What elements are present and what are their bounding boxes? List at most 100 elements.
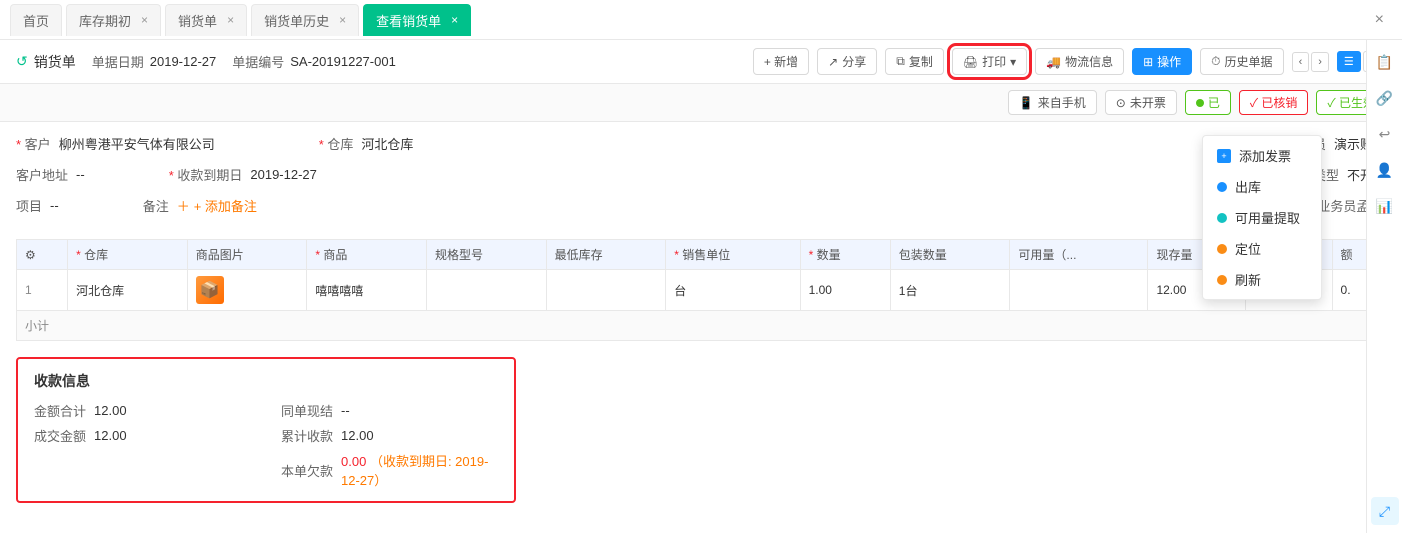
tab-bar: 首页 库存期初 × 销货单 × 销货单历史 × 查看销货单 × × [0,0,1402,40]
sidebar-icon-chart[interactable]: 📊 [1371,192,1399,220]
payment-balance: 本单欠款 0.00 （收款到期日: 2019-12-27） [281,451,498,489]
payment-settlement-label: 同单现结 [281,401,333,420]
refresh-label: 刷新 [1235,270,1261,289]
tab-home[interactable]: 首页 [10,4,62,36]
form-row-3: 项目 -- 备注 ＋ + 添加备注 * 业务员孟 -- [16,196,1386,215]
print-button[interactable]: 🖨 打印 ▾ [952,48,1027,75]
toolbar: + 新增 ↗ 分享 ⧉ 复制 🖨 打印 ▾ 🚚 物流信息 [753,48,1386,75]
plus-icon: ＋ [177,196,190,215]
project-value: -- [50,198,59,213]
print-icon: 🖨 [963,55,978,69]
prev-arrow[interactable]: ‹ [1292,52,1310,72]
doc-number-label: 单据编号 SA-20191227-001 [232,52,396,71]
dropdown-locate[interactable]: 定位 [1203,233,1321,264]
cancelled-status-button[interactable]: ✓ 已核销 [1239,90,1309,115]
check-icon2: ✓ [1327,96,1335,110]
tab-view-sales[interactable]: 查看销货单 × [363,4,471,36]
tab-sales-history[interactable]: 销货单历史 × [251,4,359,36]
tab-sales-history-close[interactable]: × [339,13,346,27]
doc-header: ↺ 销货单 单据日期 2019-12-27 单据编号 SA-20191227-0… [0,40,1402,84]
tab-inventory-init-close[interactable]: × [141,13,148,27]
doc-date-label: 单据日期 2019-12-27 [92,52,217,71]
payment-settlement: 同单现结 -- [281,401,498,420]
dropdown-available-qty[interactable]: 可用量提取 [1203,202,1321,233]
doc-type-label: 销货单 [34,52,76,72]
list-view-button[interactable]: ☰ [1337,51,1361,72]
locate-label: 定位 [1235,239,1261,258]
window-close-button[interactable]: × [1367,11,1392,29]
payment-total-label: 金额合计 [34,401,86,420]
sidebar-icon-link[interactable]: 🔗 [1371,84,1399,112]
payment-transaction-label: 成交金额 [34,426,86,445]
payment-settlement-value: -- [341,403,350,418]
tab-inventory-init[interactable]: 库存期初 × [66,4,161,36]
mobile-button[interactable]: 📱 来自手机 [1008,90,1097,115]
invoice-icon: ⊙ [1116,96,1126,110]
tab-view-sales-close[interactable]: × [451,13,458,27]
col-pack-qty: 包装数量 [890,240,1010,270]
confirm-button[interactable]: 已 [1185,90,1231,115]
right-sidebar: 📋 🔗 ↩ 👤 📊 ⤢ [1366,40,1402,533]
col-min-stock: 最低库存 [546,240,666,270]
logistics-button[interactable]: 🚚 物流信息 [1035,48,1124,75]
subtotal-label: 小计 [17,311,1386,341]
row-min-stock [546,270,666,311]
row-num: 1 [17,270,68,311]
refresh-icon [1217,275,1227,285]
tab-sales-order[interactable]: 销货单 × [165,4,247,36]
nav-arrows: ‹ › [1292,52,1329,72]
note-label: 备注 [143,196,169,215]
payment-transaction: 成交金额 12.00 [34,426,251,445]
add-note-button[interactable]: ＋ + 添加备注 [177,196,257,215]
history-button[interactable]: ⏱ 历史单据 [1200,48,1283,75]
dropdown-outbound[interactable]: 出库 [1203,171,1321,202]
new-button[interactable]: + 新增 [753,48,809,75]
truck-icon: 🚚 [1046,55,1061,69]
doc-meta: 单据日期 2019-12-27 单据编号 SA-20191227-001 [92,52,737,71]
col-product: 商品 [307,240,427,270]
form-row-2: 客户地址 -- 收款到期日 2019-12-27 票据类型 不开票 [16,165,1386,184]
next-arrow[interactable]: › [1311,52,1329,72]
project-field: 项目 -- [16,196,59,215]
dropdown-add-invoice[interactable]: + 添加发票 [1203,140,1321,171]
subtotal-row: 小计 [17,311,1386,341]
operation-button[interactable]: ⊞ 操作 [1132,48,1192,75]
tab-view-sales-label: 查看销货单 [376,11,441,30]
payment-info-box: 收款信息 金额合计 12.00 同单现结 -- 成交金额 12.00 累计收款 … [16,357,516,503]
payment-balance-value: 0.00 （收款到期日: 2019-12-27） [341,451,498,489]
copy-button[interactable]: ⧉ 复制 [885,48,944,75]
outbound-label: 出库 [1235,177,1261,196]
address-value: -- [76,167,85,182]
customer-field: 客户 柳州粤港平安气体有限公司 [16,134,215,153]
tab-inventory-init-label: 库存期初 [79,11,131,30]
invoice-status-button[interactable]: ⊙ 未开票 [1105,90,1177,115]
warehouse-field: 仓库 河北仓库 [319,134,414,153]
grid-icon: ⊞ [1143,55,1153,69]
customer-label: 客户 [16,134,51,153]
form-section: 客户 柳州粤港平安气体有限公司 仓库 河北仓库 业务员 演示账号 客户地址 -- [0,122,1402,239]
col-available: 可用量（... [1010,240,1148,270]
row-sales-unit: 台 [666,270,800,311]
dropdown-refresh[interactable]: 刷新 [1203,264,1321,295]
doc-type-icon: ↺ [16,53,28,70]
sidebar-icon-doc[interactable]: 📋 [1371,48,1399,76]
outbound-icon [1217,182,1227,192]
address-label: 客户地址 [16,165,68,184]
sidebar-icon-expand[interactable]: ⤢ [1371,497,1399,525]
customer-value: 柳州粤港平安气体有限公司 [59,134,215,153]
print-dropdown-arrow: ▾ [1010,55,1016,69]
mobile-icon: 📱 [1019,96,1034,110]
payment-grid: 金额合计 12.00 同单现结 -- 成交金额 12.00 累计收款 12.00 [34,401,498,489]
warehouse-label: 仓库 [319,134,354,153]
tab-sales-order-close[interactable]: × [227,13,234,27]
sidebar-icon-return[interactable]: ↩ [1371,120,1399,148]
available-qty-label: 可用量提取 [1235,208,1300,227]
share-icon: ↗ [828,55,838,69]
tab-sales-history-label: 销货单历史 [264,11,329,30]
second-toolbar: 📱 来自手机 ⊙ 未开票 已 ✓ 已核销 ✓ 已生效 [0,84,1402,122]
col-spec: 规格型号 [426,240,546,270]
share-button[interactable]: ↗ 分享 [817,48,877,75]
col-settings: ⚙ [17,240,68,270]
add-invoice-icon: + [1217,149,1231,163]
sidebar-icon-user[interactable]: 👤 [1371,156,1399,184]
